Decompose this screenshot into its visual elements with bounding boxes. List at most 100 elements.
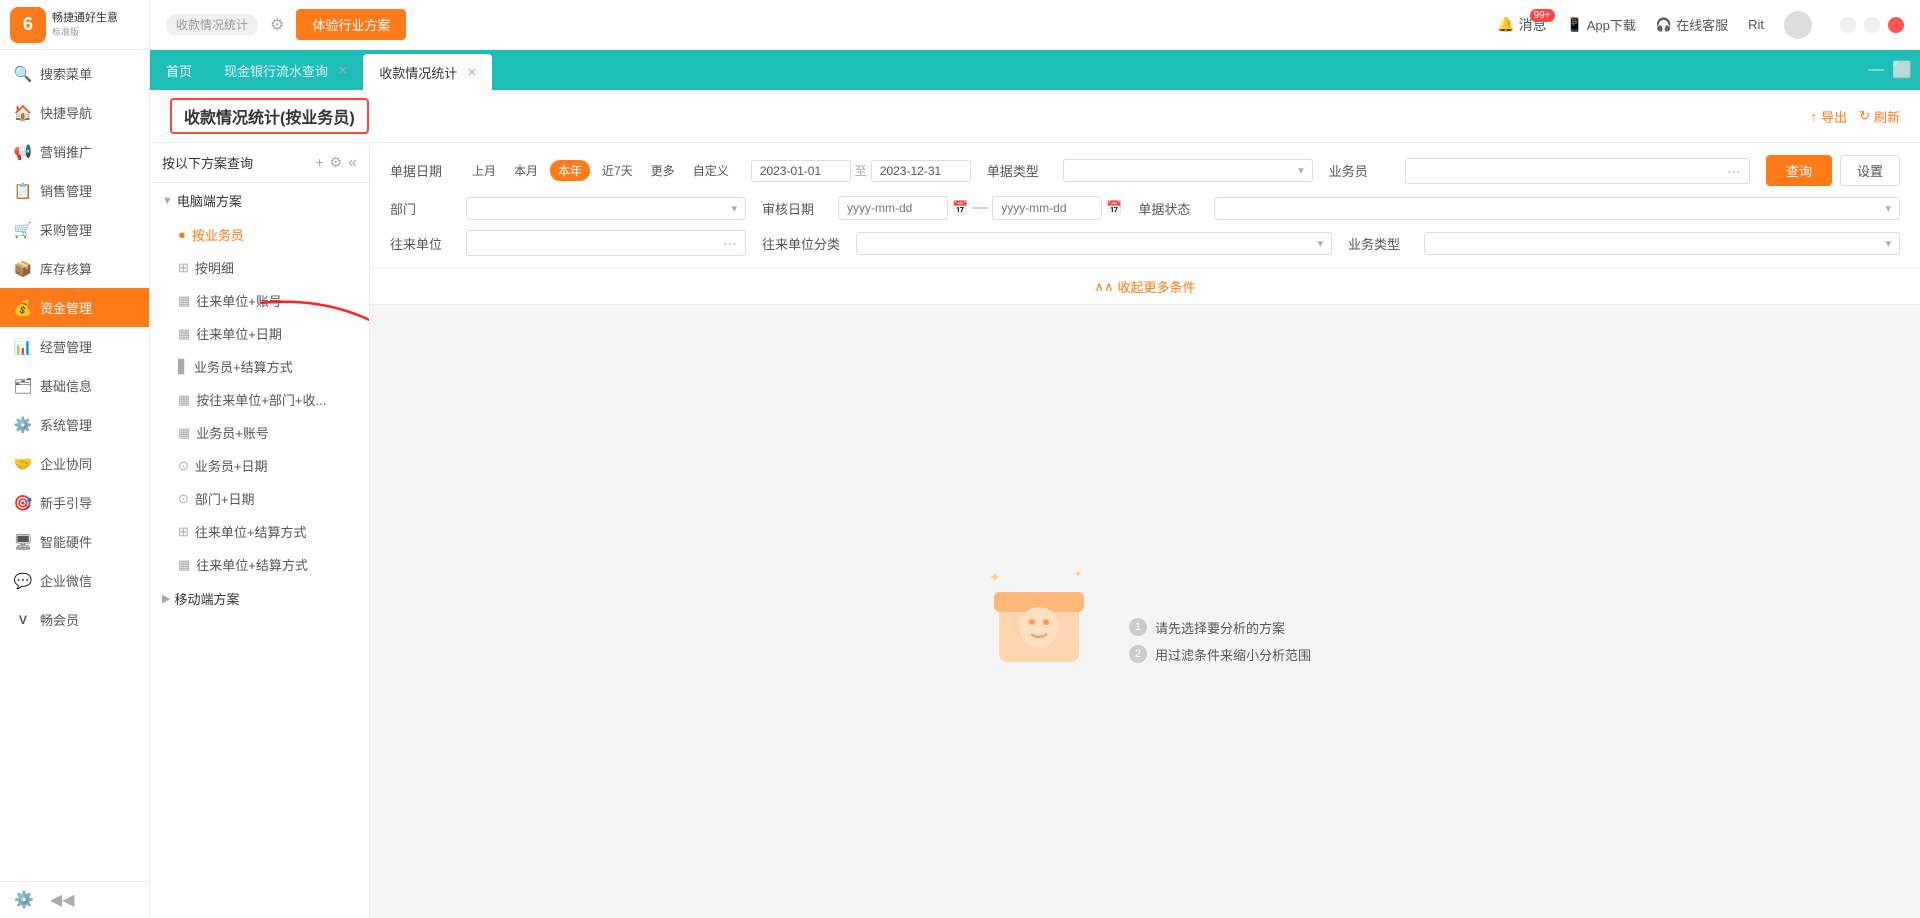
close-button[interactable] bbox=[1888, 17, 1904, 33]
tab-close-bank[interactable]: ✕ bbox=[338, 64, 347, 77]
date-btn-custom[interactable]: 自定义 bbox=[687, 160, 735, 181]
logo-icon: 6 bbox=[10, 7, 46, 43]
sidebar-item-ops[interactable]: 📊 经营管理 bbox=[0, 327, 149, 366]
doc-status-select[interactable]: ▾ bbox=[1214, 197, 1900, 220]
calendar-icon-to[interactable]: 📅 bbox=[1106, 200, 1122, 216]
calendar-icon-from[interactable]: 📅 bbox=[952, 200, 968, 216]
audit-to-input[interactable] bbox=[992, 196, 1102, 220]
collapse-sidebar-icon[interactable]: ◀◀ bbox=[50, 890, 75, 910]
tab-home[interactable]: 首页 bbox=[150, 50, 208, 90]
doc-status-label: 单据状态 bbox=[1138, 199, 1198, 218]
active-scheme-icon: ● bbox=[178, 227, 186, 242]
trial-button[interactable]: 体验行业方案 bbox=[296, 9, 406, 40]
refresh-button[interactable]: ↻ 刷新 bbox=[1859, 107, 1900, 126]
tab-bank[interactable]: 现金银行流水查询 ✕ bbox=[208, 50, 363, 90]
wechat-icon: 💬 bbox=[14, 572, 32, 590]
sidebar-item-corp[interactable]: 🤝 企业协同 bbox=[0, 444, 149, 483]
scheme-icon-grid2: ⊞ bbox=[178, 524, 189, 540]
tab-expand-icon[interactable]: ⬜ bbox=[1892, 60, 1912, 80]
message-button[interactable]: 🔔 消息 99+ bbox=[1497, 15, 1546, 35]
header-left: 收款情况统计 ⚙ 体验行业方案 bbox=[166, 9, 406, 40]
megaphone-icon: 📢 bbox=[14, 143, 32, 161]
svg-text:✦: ✦ bbox=[1079, 590, 1086, 599]
scheme-item-unit-settle1[interactable]: ⊞ 往来单位+结算方式 bbox=[150, 515, 369, 548]
sidebar-nav: 🔍 搜索菜单 🏠 快捷导航 📢 营销推广 📋 销售管理 🛒 采购管理 📦 库存核… bbox=[0, 50, 149, 881]
date-btn-more[interactable]: 更多 bbox=[645, 160, 681, 181]
scheme-item-staff-settle[interactable]: ▋ 业务员+结算方式 bbox=[150, 350, 369, 383]
export-button[interactable]: ↑ 导出 bbox=[1811, 107, 1848, 126]
sidebar-item-member[interactable]: V 畅会员 bbox=[0, 600, 149, 639]
scheme-item-unit-date[interactable]: ▦ 往来单位+日期 bbox=[150, 317, 369, 350]
app-download-button[interactable]: 📱 App下载 bbox=[1567, 15, 1636, 34]
collapse-panel-button[interactable]: « bbox=[348, 154, 357, 172]
date-btn-this-month[interactable]: 本月 bbox=[508, 160, 544, 181]
sidebar-item-basic[interactable]: 🗂 基础信息 bbox=[0, 366, 149, 405]
hint-item-1: 1 请先选择要分析的方案 bbox=[1129, 618, 1311, 637]
desktop-group-header[interactable]: ▼ 电脑端方案 bbox=[150, 183, 369, 218]
tab-close-collection[interactable]: ✕ bbox=[467, 66, 476, 79]
add-scheme-button[interactable]: + bbox=[315, 154, 323, 172]
chevron-right-icon: ▶ bbox=[162, 592, 170, 605]
sidebar-item-finance[interactable]: 💰 资金管理 bbox=[0, 288, 149, 327]
tab-minimize-icon[interactable]: — bbox=[1868, 61, 1884, 79]
refresh-icon: ↻ bbox=[1859, 108, 1870, 124]
mobile-group-header[interactable]: ▶ 移动端方案 bbox=[150, 581, 369, 616]
partner-dots-icon[interactable]: ··· bbox=[723, 235, 737, 251]
sidebar-item-hardware[interactable]: 🖥 智能硬件 bbox=[0, 522, 149, 561]
refresh-label: 刷新 bbox=[1874, 107, 1900, 126]
date-from-input[interactable] bbox=[751, 160, 851, 182]
query-button[interactable]: 查询 bbox=[1766, 155, 1832, 186]
left-panel: 按以下方案查询 + ⚙ « ▼ 电脑端方案 ● 按业务员 bbox=[150, 143, 370, 918]
doc-type-select[interactable]: ▾ bbox=[1063, 159, 1313, 182]
support-icon: 🎧 bbox=[1656, 17, 1672, 33]
sidebar-item-inventory[interactable]: 📦 库存核算 bbox=[0, 249, 149, 288]
settings-icon[interactable]: ⚙ bbox=[270, 15, 284, 35]
sidebar-item-quicknav[interactable]: 🏠 快捷导航 bbox=[0, 93, 149, 132]
settings-bottom-icon[interactable]: ⚙️ bbox=[14, 890, 34, 910]
scheme-item-unit-acct[interactable]: ▦ 往来单位+账号 bbox=[150, 284, 369, 317]
scheme-item-unit-settle2[interactable]: ▦ 往来单位+结算方式 bbox=[150, 548, 369, 581]
scheme-item-staff-date[interactable]: ⊙ 业务员+日期 bbox=[150, 449, 369, 482]
staff-select[interactable]: ··· bbox=[1405, 158, 1750, 184]
tab-collection[interactable]: 收款情况统计 ✕ bbox=[363, 54, 492, 90]
partner-select[interactable]: ··· bbox=[466, 230, 746, 256]
minimize-button[interactable] bbox=[1840, 17, 1856, 33]
date-label: 单据日期 bbox=[390, 161, 450, 180]
partner-cat-select[interactable]: ▾ bbox=[856, 232, 1332, 255]
audit-from-input[interactable] bbox=[838, 196, 948, 220]
chevron-down-icon: ▾ bbox=[1298, 164, 1304, 177]
sidebar-item-sales[interactable]: 📋 销售管理 bbox=[0, 171, 149, 210]
date-to-input[interactable] bbox=[871, 160, 971, 182]
maximize-button[interactable] bbox=[1864, 17, 1880, 33]
sidebar-item-wechat[interactable]: 💬 企业微信 bbox=[0, 561, 149, 600]
guide-icon: 🎯 bbox=[14, 494, 32, 512]
scheme-item-staff-acct[interactable]: ▦ 业务员+账号 bbox=[150, 416, 369, 449]
date-btn-7days[interactable]: 近7天 bbox=[596, 160, 639, 181]
scheme-item-unit-dept[interactable]: ▦ 按往来单位+部门+收... bbox=[150, 383, 369, 416]
user-name-display: Rit bbox=[1748, 17, 1764, 32]
inventory-icon: 📦 bbox=[14, 260, 32, 278]
collapse-bar[interactable]: ∧∧ 收起更多条件 bbox=[370, 269, 1920, 305]
scheme-icon-bar: ▋ bbox=[178, 359, 188, 375]
sidebar-item-guide[interactable]: 🎯 新手引导 bbox=[0, 483, 149, 522]
setting-button[interactable]: 设置 bbox=[1840, 155, 1900, 186]
sidebar-item-marketing[interactable]: 📢 营销推广 bbox=[0, 132, 149, 171]
filter-actions: 查询 设置 bbox=[1766, 155, 1900, 186]
more-dots-icon[interactable]: ··· bbox=[1727, 163, 1741, 179]
date-btn-this-year[interactable]: 本年 bbox=[550, 160, 590, 181]
tab-bar-controls: — ⬜ bbox=[1868, 60, 1920, 80]
scheme-settings-button[interactable]: ⚙ bbox=[330, 154, 343, 172]
sidebar-item-purchase[interactable]: 🛒 采购管理 bbox=[0, 210, 149, 249]
biz-type-select[interactable]: ▾ bbox=[1424, 232, 1900, 255]
scheme-item-by-detail[interactable]: ⊞ 按明细 bbox=[150, 251, 369, 284]
online-support-button[interactable]: 🎧 在线客服 bbox=[1656, 15, 1728, 34]
filter-row-2: 部门 ▾ 审核日期 📅 — 📅 单据状态 bbox=[390, 196, 1900, 220]
user-avatar[interactable] bbox=[1784, 11, 1812, 39]
sidebar-item-label: 智能硬件 bbox=[40, 532, 92, 551]
dept-select[interactable]: ▾ bbox=[466, 197, 746, 220]
sidebar-item-search[interactable]: 🔍 搜索菜单 bbox=[0, 54, 149, 93]
scheme-item-by-staff[interactable]: ● 按业务员 bbox=[150, 218, 369, 251]
sidebar-item-system[interactable]: ⚙️ 系统管理 bbox=[0, 405, 149, 444]
date-btn-last-month[interactable]: 上月 bbox=[466, 160, 502, 181]
scheme-item-dept-date[interactable]: ⊙ 部门+日期 bbox=[150, 482, 369, 515]
